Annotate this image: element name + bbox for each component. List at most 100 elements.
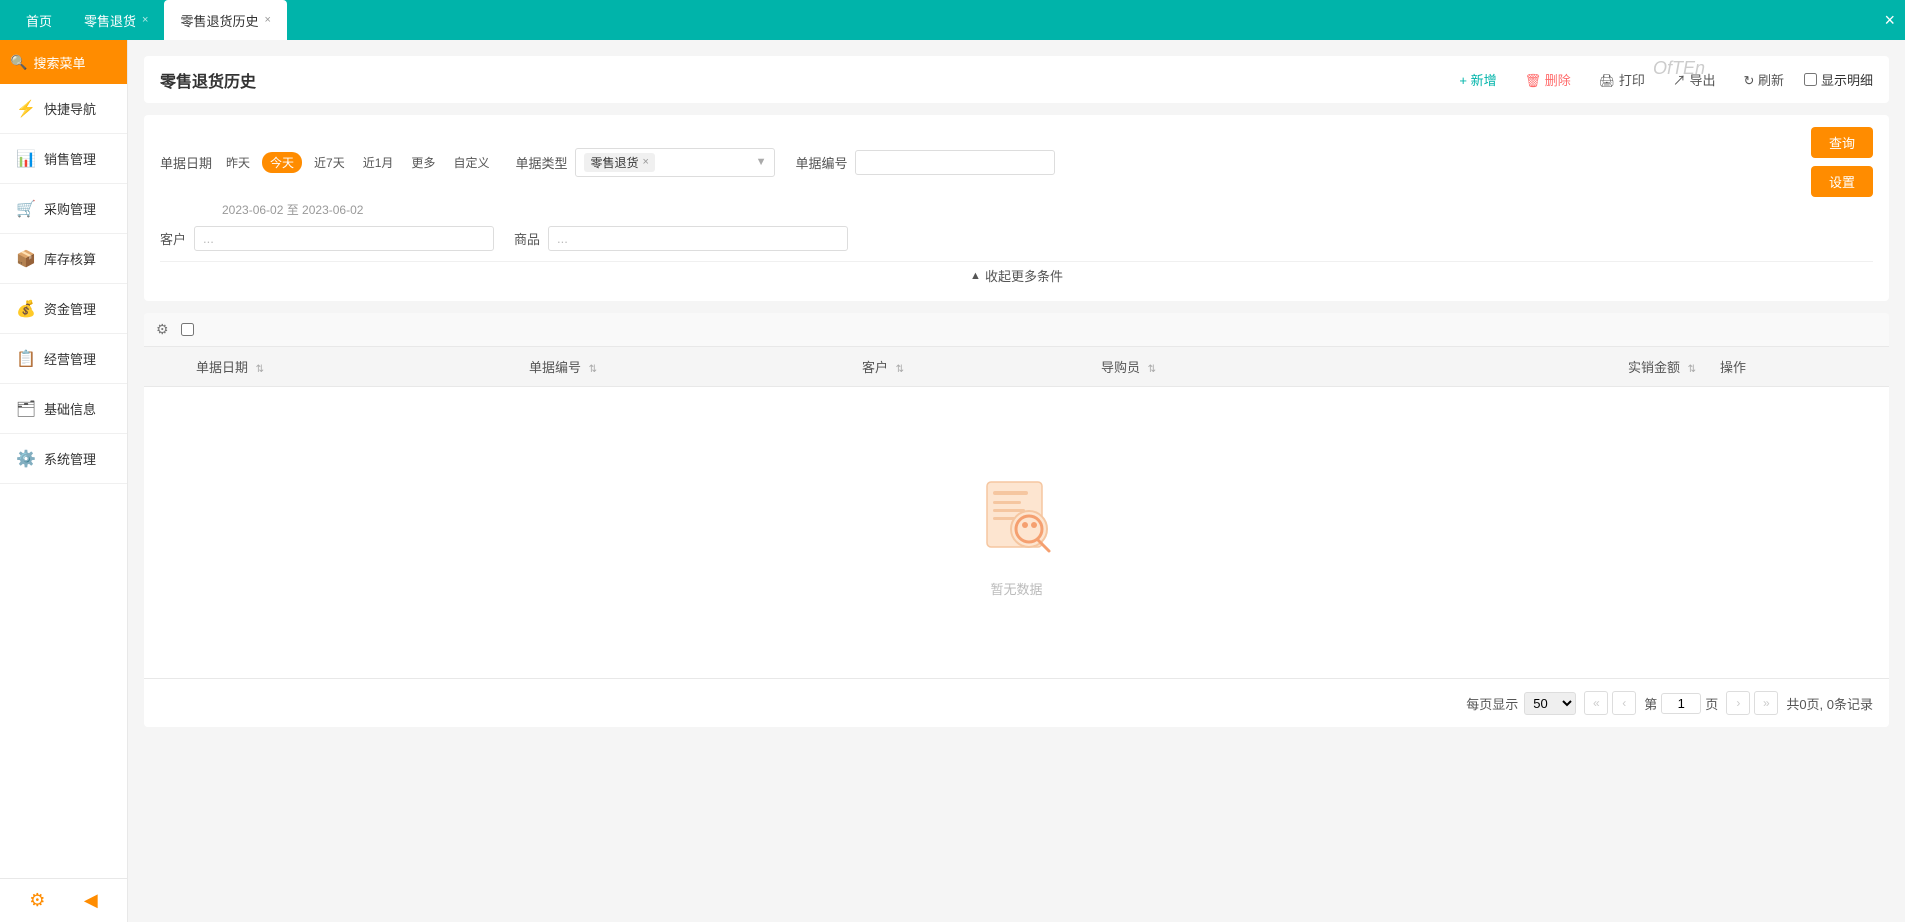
print-button[interactable]: 🖨 打印 xyxy=(1591,66,1653,93)
sidebar-item-inventory[interactable]: 📦 库存核算 xyxy=(0,234,127,284)
sidebar-search-label: 搜索菜单 xyxy=(33,53,85,72)
bill-type-select[interactable]: 零售退货 × ▼ xyxy=(575,148,775,177)
table-toolbar: ⚙ xyxy=(144,313,1889,347)
pagination-nav-buttons: « ‹ xyxy=(1584,691,1636,715)
sidebar-item-finance-mgmt[interactable]: 💰 资金管理 xyxy=(0,284,127,334)
date-last7[interactable]: 近7天 xyxy=(308,152,351,173)
th-action: 操作 xyxy=(1708,347,1889,387)
filter-customer-item: 客户 ... xyxy=(160,226,494,251)
tab-retail-return-history-close[interactable]: × xyxy=(264,14,270,26)
customer-select[interactable]: ... xyxy=(194,226,494,251)
th-actual-amount[interactable]: 实销金额 ⇅ xyxy=(1375,347,1708,387)
sidebar-item-system-mgmt[interactable]: ⚙️ 系统管理 xyxy=(0,434,127,484)
query-button[interactable]: 查询 xyxy=(1811,127,1873,158)
delete-button[interactable]: 🗑 删除 xyxy=(1517,66,1579,93)
filter-row-1: 单据日期 昨天 今天 近7天 近1月 更多 自定义 单据类型 零售退货 × xyxy=(160,127,1873,197)
date-last-month[interactable]: 近1月 xyxy=(357,152,400,173)
tab-retail-return[interactable]: 零售退货 × xyxy=(68,0,164,40)
filter-bill-type-item: 单据类型 零售退货 × ▼ xyxy=(515,148,775,177)
show-detail-checkbox-label[interactable]: 显示明细 xyxy=(1804,70,1873,89)
th-guide[interactable]: 导购员 ⇅ xyxy=(1089,347,1375,387)
filter-date-item: 单据日期 昨天 今天 近7天 近1月 更多 自定义 xyxy=(160,152,495,173)
th-bill-date-label: 单据日期 xyxy=(196,360,248,375)
tab-retail-return-history[interactable]: 零售退货历史 × xyxy=(164,0,286,40)
th-customer[interactable]: 客户 ⇅ xyxy=(850,347,1089,387)
empty-state-icon xyxy=(967,467,1067,567)
add-button[interactable]: + 新增 xyxy=(1451,66,1504,93)
th-guide-label: 导购员 xyxy=(1101,360,1140,375)
goods-placeholder: ... xyxy=(557,231,568,246)
select-all-checkbox[interactable] xyxy=(181,323,194,336)
tab-home-label: 首页 xyxy=(26,11,52,30)
th-bill-date[interactable]: 单据日期 ⇅ xyxy=(184,347,517,387)
sidebar-bottom: ⚙ ◀ xyxy=(0,878,127,922)
th-bill-no-sort: ⇅ xyxy=(589,364,597,375)
top-bar: 首页 零售退货 × 零售退货历史 × × xyxy=(0,0,1905,40)
chevron-up-icon: ▲ xyxy=(970,270,981,282)
page-label: 第 xyxy=(1644,694,1657,713)
finance-mgmt-icon: 💰 xyxy=(16,299,36,319)
goods-select[interactable]: ... xyxy=(548,226,848,251)
sidebar-item-quick-nav[interactable]: ⚡ 快捷导航 xyxy=(0,84,127,134)
settings-button[interactable]: 设置 xyxy=(1811,166,1873,197)
first-page-button[interactable]: « xyxy=(1584,691,1608,715)
table-settings-icon[interactable]: ⚙ xyxy=(156,321,169,338)
tab-bar: 首页 零售退货 × 零售退货历史 × xyxy=(10,0,1884,40)
tab-retail-return-history-label: 零售退货历史 xyxy=(180,11,258,30)
last-page-button[interactable]: » xyxy=(1754,691,1778,715)
refresh-button[interactable]: ↻ 刷新 xyxy=(1735,66,1792,93)
per-page-selector: 每页显示 50 20 100 xyxy=(1466,692,1576,715)
per-page-select[interactable]: 50 20 100 xyxy=(1524,692,1576,715)
bill-no-input[interactable] xyxy=(855,150,1055,175)
sidebar-menu: ⚡ 快捷导航 📊 销售管理 🛒 采购管理 📦 库存核算 💰 资金管理 📋 经营管… xyxy=(0,84,127,878)
th-customer-label: 客户 xyxy=(862,360,888,375)
prev-page-button[interactable]: ‹ xyxy=(1612,691,1636,715)
main-content: 零售退货历史 + 新增 🗑 删除 🖨 打印 ↗ 导出 ↻ 刷新 显示明细 单据日… xyxy=(128,40,1905,922)
date-yesterday[interactable]: 昨天 xyxy=(220,152,256,173)
empty-state-text: 暂无数据 xyxy=(990,579,1042,598)
bill-type-label: 单据类型 xyxy=(515,153,567,172)
sidebar-item-sales-mgmt[interactable]: 📊 销售管理 xyxy=(0,134,127,184)
page-info: 第 页 xyxy=(1644,693,1718,714)
th-action-label: 操作 xyxy=(1720,360,1746,375)
export-button[interactable]: ↗ 导出 xyxy=(1665,66,1724,93)
th-guide-sort: ⇅ xyxy=(1148,364,1156,375)
tab-home[interactable]: 首页 xyxy=(10,0,68,40)
bill-type-dropdown-icon: ▼ xyxy=(756,156,767,168)
date-custom[interactable]: 自定义 xyxy=(447,152,495,173)
bill-no-label: 单据编号 xyxy=(795,153,847,172)
date-today[interactable]: 今天 xyxy=(262,152,302,173)
operations-icon: 📋 xyxy=(16,349,36,369)
collapse-button[interactable]: ▲ 收起更多条件 xyxy=(970,266,1063,285)
filter-row-2: 客户 ... 商品 ... xyxy=(160,226,1873,251)
date-more[interactable]: 更多 xyxy=(405,152,441,173)
sidebar-item-basic-info[interactable]: 🗂 基础信息 xyxy=(0,384,127,434)
sidebar-item-operations[interactable]: 📋 经营管理 xyxy=(0,334,127,384)
window-close-button[interactable]: × xyxy=(1884,10,1895,31)
next-page-button[interactable]: › xyxy=(1726,691,1750,715)
page-header: 零售退货历史 + 新增 🗑 删除 🖨 打印 ↗ 导出 ↻ 刷新 显示明细 xyxy=(144,56,1889,103)
filter-bill-no-item: 单据编号 xyxy=(795,150,1055,175)
sidebar-search-box[interactable]: 🔍 搜索菜单 xyxy=(0,40,127,84)
system-mgmt-icon: ⚙️ xyxy=(16,449,36,469)
sales-mgmt-icon: 📊 xyxy=(16,149,36,169)
bill-type-tag-remove[interactable]: × xyxy=(642,156,648,168)
sidebar-item-system-label: 系统管理 xyxy=(44,449,96,468)
current-page-input[interactable] xyxy=(1661,693,1701,714)
collapse-sidebar-icon[interactable]: ◀ xyxy=(84,890,98,911)
sidebar-item-purchase-mgmt[interactable]: 🛒 采购管理 xyxy=(0,184,127,234)
th-bill-no[interactable]: 单据编号 ⇅ xyxy=(517,347,850,387)
show-detail-checkbox[interactable] xyxy=(1804,73,1817,86)
tab-retail-return-close[interactable]: × xyxy=(142,14,148,26)
settings-bottom-icon[interactable]: ⚙ xyxy=(29,890,45,911)
sidebar-item-purchase-label: 采购管理 xyxy=(44,199,96,218)
goods-label: 商品 xyxy=(514,229,540,248)
table-area: ⚙ 单据日期 ⇅ 单据编号 ⇅ 客户 ⇅ xyxy=(144,313,1889,727)
filter-area: 单据日期 昨天 今天 近7天 近1月 更多 自定义 单据类型 零售退货 × xyxy=(144,115,1889,301)
bill-date-label: 单据日期 xyxy=(160,153,212,172)
page-unit: 页 xyxy=(1705,694,1718,713)
bill-type-tag: 零售退货 × xyxy=(584,153,654,172)
th-checkbox xyxy=(144,347,184,387)
quick-nav-icon: ⚡ xyxy=(16,99,36,119)
date-range-display: 2023-06-02 至 2023-06-02 xyxy=(222,203,363,217)
